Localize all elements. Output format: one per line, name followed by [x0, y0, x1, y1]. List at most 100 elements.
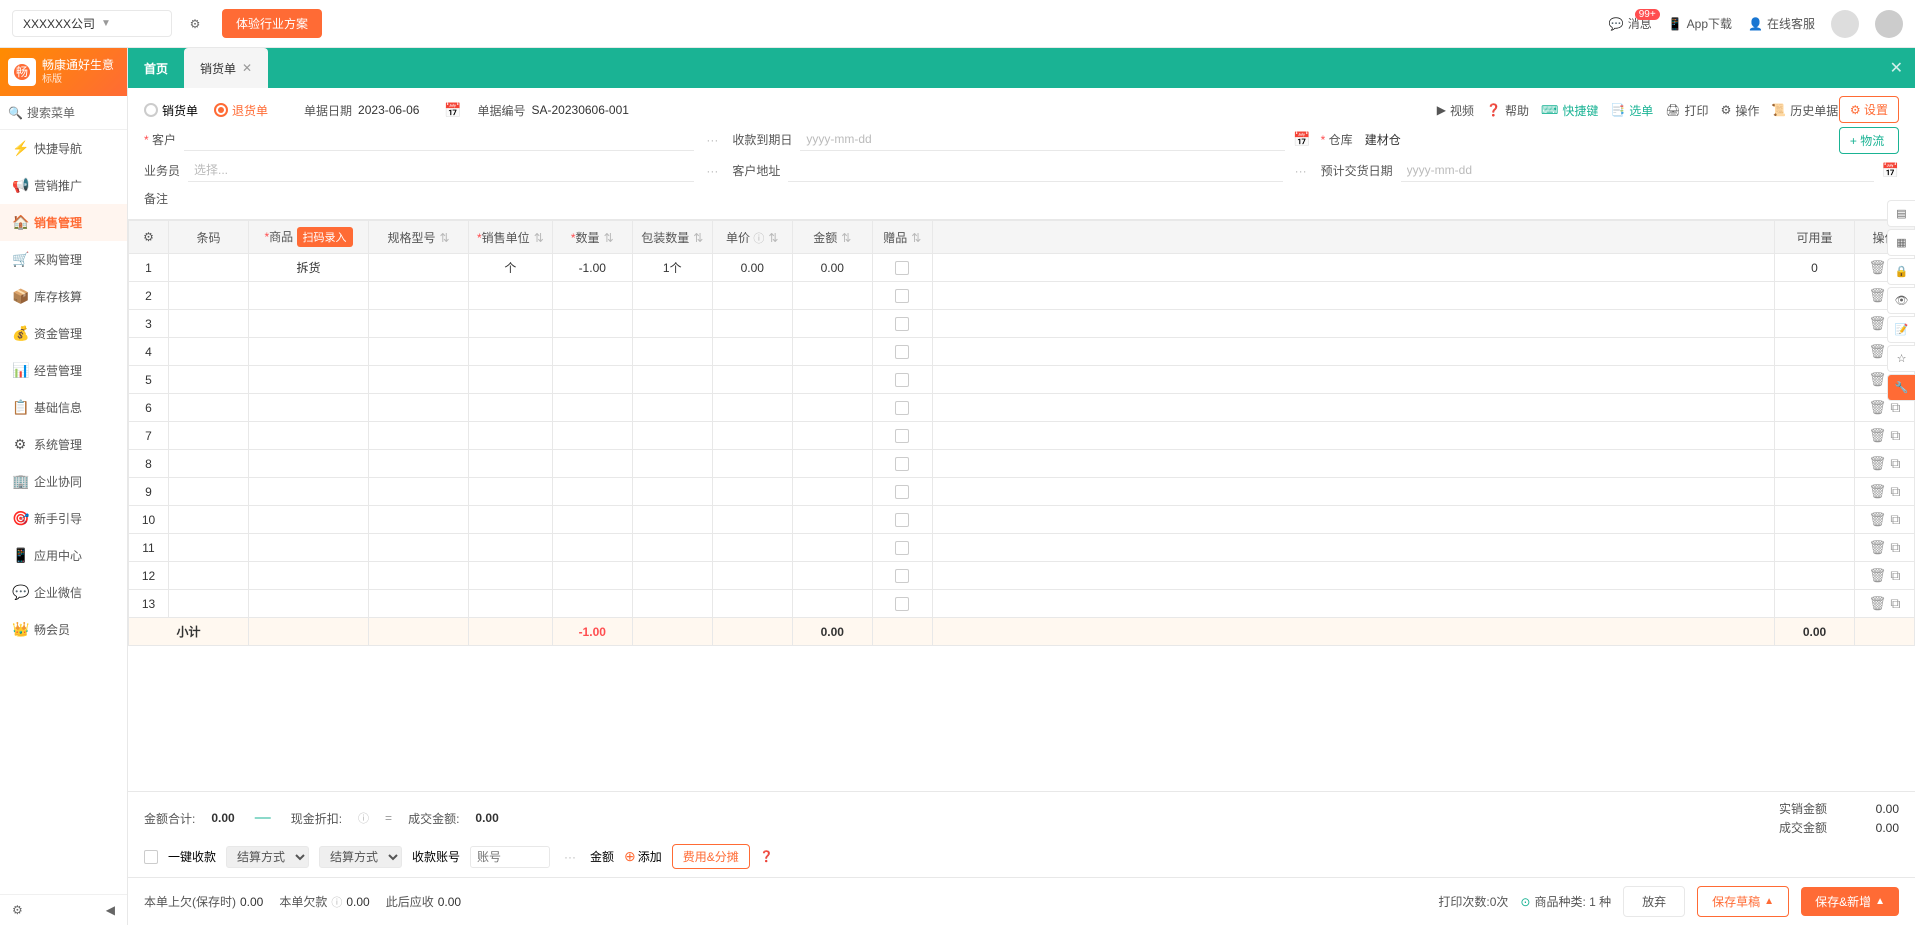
gift-checkbox[interactable] — [895, 289, 909, 303]
scan-btn[interactable]: 扫码录入 — [297, 227, 353, 247]
sidebar-item-member[interactable]: 👑 畅会员 — [0, 611, 127, 648]
float-btn-1[interactable]: ▤ — [1887, 200, 1915, 227]
gift-checkbox[interactable] — [895, 513, 909, 527]
sidebar-item-purchase[interactable]: 🛒 采购管理 — [0, 241, 127, 278]
gift-checkbox[interactable] — [895, 485, 909, 499]
video-btn[interactable]: ▶ 视频 — [1437, 102, 1474, 119]
sidebar-item-sales[interactable]: 🏠 销售管理 — [0, 204, 127, 241]
float-btn-lock[interactable]: 🔒 — [1887, 258, 1915, 285]
float-btn-eye[interactable]: 👁 — [1887, 287, 1915, 314]
copy-row-btn[interactable]: ⧉ — [1890, 483, 1900, 500]
delete-row-btn[interactable]: 🗑 — [1869, 371, 1887, 388]
float-btn-tool[interactable]: 🔧 — [1887, 374, 1915, 401]
ops-btn[interactable]: ⚙ 操作 — [1721, 102, 1760, 119]
delete-row-btn[interactable]: 🗑 — [1869, 595, 1887, 612]
avatar-2[interactable] — [1875, 10, 1903, 38]
expected-date-input[interactable] — [1401, 159, 1874, 182]
due-date-input[interactable] — [800, 128, 1285, 151]
copy-row-btn[interactable]: ⧉ — [1890, 511, 1900, 528]
gift-checkbox[interactable] — [895, 457, 909, 471]
method-select2[interactable]: 结算方式 — [319, 846, 402, 868]
copy-row-btn[interactable]: ⧉ — [1890, 539, 1900, 556]
shortcut-btn[interactable]: ⌨ 快捷键 — [1541, 102, 1598, 119]
tab-sales-order[interactable]: 销货单 ✕ — [184, 48, 268, 88]
delete-row-btn[interactable]: 🗑 — [1869, 427, 1887, 444]
sidebar-item-quick-nav[interactable]: ⚡ 快捷导航 — [0, 130, 127, 167]
th-settings[interactable]: ⚙ — [129, 221, 169, 254]
print-btn[interactable]: 🖨 打印 — [1665, 102, 1708, 119]
salesperson-dots[interactable]: ··· — [702, 164, 722, 178]
add-btn[interactable]: ⊕ 添加 — [624, 848, 662, 865]
app-download-btn[interactable]: 📱 App下载 — [1668, 15, 1732, 32]
delete-row-btn[interactable]: 🗑 — [1869, 539, 1887, 556]
sidebar-search[interactable]: 🔍 搜索菜单 — [0, 96, 127, 130]
expected-date-calendar-icon[interactable]: 📅 — [1882, 162, 1899, 179]
customer-addr-input[interactable] — [788, 159, 1282, 182]
gift-checkbox[interactable] — [895, 429, 909, 443]
avatar[interactable] — [1831, 10, 1859, 38]
tab-home[interactable]: 首页 — [128, 48, 184, 88]
trial-btn[interactable]: 体验行业方案 — [222, 9, 322, 38]
float-btn-2[interactable]: ▦ — [1887, 229, 1915, 256]
gift-checkbox[interactable] — [895, 597, 909, 611]
float-btn-star[interactable]: ☆ — [1887, 345, 1915, 372]
sidebar-item-wechat[interactable]: 💬 企业微信 — [0, 574, 127, 611]
customer-input[interactable] — [184, 128, 694, 151]
sidebar-item-enterprise[interactable]: 🏢 企业协同 — [0, 463, 127, 500]
account-input[interactable] — [470, 846, 550, 868]
float-btn-note[interactable]: 📝 — [1887, 316, 1915, 343]
sidebar-item-inventory[interactable]: 📦 库存核算 — [0, 278, 127, 315]
abandon-btn[interactable]: 放弃 — [1623, 886, 1685, 917]
customer-addr-dots[interactable]: ··· — [1291, 164, 1311, 178]
help-btn[interactable]: ❓ 帮助 — [1486, 102, 1529, 119]
due-date-calendar-icon[interactable]: 📅 — [1293, 131, 1310, 148]
gift-checkbox[interactable] — [895, 401, 909, 415]
method-select[interactable]: 结算方式 — [226, 846, 309, 868]
gift-checkbox[interactable] — [895, 261, 909, 275]
gift-checkbox[interactable] — [895, 345, 909, 359]
tab-close-all-btn[interactable]: ✕ — [1878, 58, 1915, 78]
save-draft-btn[interactable]: 保存草稿 ▲ — [1697, 886, 1789, 917]
calendar-icon[interactable]: 📅 — [444, 102, 461, 119]
radio-sale[interactable]: 销货单 — [144, 102, 198, 119]
history-btn[interactable]: 📜 历史单据 — [1771, 102, 1838, 119]
one-click-checkbox[interactable] — [144, 850, 158, 864]
sidebar-collapse-icon[interactable]: ◀ — [106, 903, 115, 917]
delete-row-btn[interactable]: 🗑 — [1869, 483, 1887, 500]
gift-checkbox[interactable] — [895, 541, 909, 555]
online-service-btn[interactable]: 👤 在线客服 — [1748, 15, 1815, 32]
gift-checkbox[interactable] — [895, 373, 909, 387]
delete-row-btn[interactable]: 🗑 — [1869, 455, 1887, 472]
sidebar-item-base-info[interactable]: 📋 基础信息 — [0, 389, 127, 426]
customer-dots[interactable]: ··· — [702, 133, 722, 147]
sidebar-item-finance[interactable]: 💰 资金管理 — [0, 315, 127, 352]
notes-input[interactable] — [184, 192, 1899, 206]
sidebar-item-operations[interactable]: 📊 经营管理 — [0, 352, 127, 389]
settings-gear-btn[interactable]: ⚙ — [180, 9, 210, 39]
delete-row-btn[interactable]: 🗑 — [1869, 511, 1887, 528]
save-new-btn[interactable]: 保存&新增 ▲ — [1801, 887, 1899, 916]
copy-row-btn[interactable]: ⧉ — [1890, 595, 1900, 612]
sidebar-item-app-center[interactable]: 📱 应用中心 — [0, 537, 127, 574]
sidebar-settings-icon[interactable]: ⚙ — [12, 903, 23, 917]
setting-btn[interactable]: ⚙ 设置 — [1839, 96, 1899, 123]
delete-row-btn[interactable]: 🗑 — [1869, 287, 1887, 304]
message-btn[interactable]: 💬 消息 99+ — [1609, 15, 1652, 32]
delete-row-btn[interactable]: 🗑 — [1869, 399, 1887, 416]
gift-checkbox[interactable] — [895, 317, 909, 331]
select-btn[interactable]: 📑 选单 — [1610, 102, 1653, 119]
company-selector[interactable]: XXXXXX公司 ▼ — [12, 10, 172, 37]
sidebar-item-marketing[interactable]: 📢 营销推广 — [0, 167, 127, 204]
copy-row-btn[interactable]: ⧉ — [1890, 427, 1900, 444]
tab-close-icon[interactable]: ✕ — [242, 61, 252, 75]
sidebar-item-guide[interactable]: 🎯 新手引导 — [0, 500, 127, 537]
sidebar-item-system[interactable]: ⚙ 系统管理 — [0, 426, 127, 463]
radio-return[interactable]: 退货单 — [214, 102, 268, 119]
delete-row-btn[interactable]: 🗑 — [1869, 315, 1887, 332]
account-dots[interactable]: ··· — [560, 850, 580, 864]
delete-row-btn[interactable]: 🗑 — [1869, 259, 1887, 276]
gift-checkbox[interactable] — [895, 569, 909, 583]
expense-btn[interactable]: 费用&分摊 — [672, 844, 750, 869]
salesperson-input[interactable] — [188, 159, 694, 182]
copy-row-btn[interactable]: ⧉ — [1890, 399, 1900, 416]
